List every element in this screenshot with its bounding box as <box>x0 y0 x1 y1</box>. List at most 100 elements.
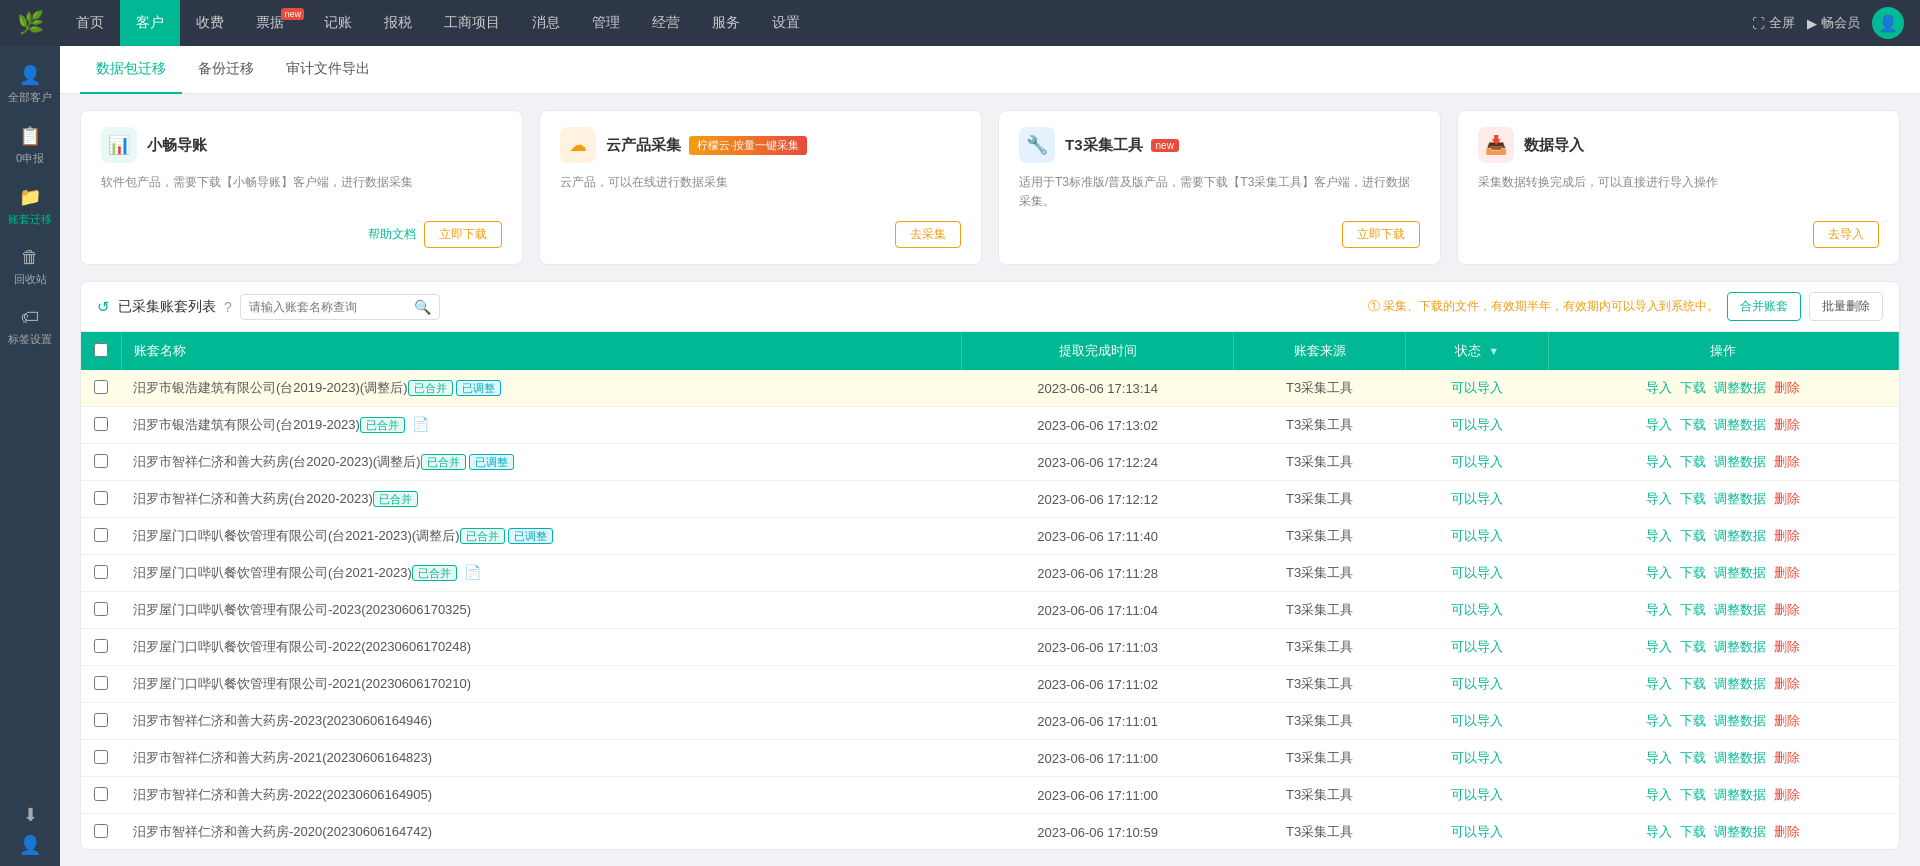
sidebar-item-all-clients[interactable]: 👤 全部客户 <box>0 54 60 115</box>
action-下载[interactable]: 下载 <box>1680 676 1706 691</box>
row-checkbox[interactable] <box>94 602 108 616</box>
action-调整数据[interactable]: 调整数据 <box>1714 454 1766 469</box>
nav-management[interactable]: 管理 <box>576 0 636 46</box>
nav-home[interactable]: 首页 <box>60 0 120 46</box>
action-调整数据[interactable]: 调整数据 <box>1714 676 1766 691</box>
nav-invoice[interactable]: 票据new <box>240 0 308 46</box>
action-导入[interactable]: 导入 <box>1646 528 1672 543</box>
action-删除[interactable]: 删除 <box>1774 417 1800 432</box>
action-下载[interactable]: 下载 <box>1680 565 1706 580</box>
action-删除[interactable]: 删除 <box>1774 750 1800 765</box>
file-icon[interactable]: 📄 <box>464 564 481 580</box>
action-调整数据[interactable]: 调整数据 <box>1714 750 1766 765</box>
action-调整数据[interactable]: 调整数据 <box>1714 639 1766 654</box>
action-删除[interactable]: 删除 <box>1774 454 1800 469</box>
download-icon[interactable]: ⬇ <box>23 804 38 826</box>
action-导入[interactable]: 导入 <box>1646 713 1672 728</box>
action-导入[interactable]: 导入 <box>1646 491 1672 506</box>
action-删除[interactable]: 删除 <box>1774 639 1800 654</box>
action-调整数据[interactable]: 调整数据 <box>1714 380 1766 395</box>
file-icon[interactable]: 📄 <box>412 416 429 432</box>
action-删除[interactable]: 删除 <box>1774 787 1800 802</box>
action-导入[interactable]: 导入 <box>1646 639 1672 654</box>
action-调整数据[interactable]: 调整数据 <box>1714 417 1766 432</box>
action-删除[interactable]: 删除 <box>1774 676 1800 691</box>
nav-service[interactable]: 服务 <box>696 0 756 46</box>
row-checkbox[interactable] <box>94 380 108 394</box>
action-删除[interactable]: 删除 <box>1774 380 1800 395</box>
action-调整数据[interactable]: 调整数据 <box>1714 787 1766 802</box>
sidebar-item-trash[interactable]: 🗑 回收站 <box>0 237 60 297</box>
nav-settings[interactable]: 设置 <box>756 0 816 46</box>
tab-data-migrate[interactable]: 数据包迁移 <box>80 46 182 94</box>
nav-industry[interactable]: 工商项目 <box>428 0 516 46</box>
nav-operations[interactable]: 经营 <box>636 0 696 46</box>
action-调整数据[interactable]: 调整数据 <box>1714 528 1766 543</box>
batch-delete-button[interactable]: 批量删除 <box>1809 292 1883 321</box>
action-导入[interactable]: 导入 <box>1646 454 1672 469</box>
merge-accounts-button[interactable]: 合并账套 <box>1727 292 1801 321</box>
t3-tool-download-btn[interactable]: 立即下载 <box>1342 221 1420 248</box>
action-删除[interactable]: 删除 <box>1774 602 1800 617</box>
action-调整数据[interactable]: 调整数据 <box>1714 824 1766 839</box>
action-导入[interactable]: 导入 <box>1646 565 1672 580</box>
sidebar-item-label-settings[interactable]: 🏷 标签设置 <box>0 297 60 357</box>
search-input[interactable] <box>249 300 408 314</box>
data-import-btn[interactable]: 去导入 <box>1813 221 1879 248</box>
sidebar-item-zero-report[interactable]: 📋 0申报 <box>0 115 60 176</box>
action-下载[interactable]: 下载 <box>1680 713 1706 728</box>
action-删除[interactable]: 删除 <box>1774 824 1800 839</box>
avatar[interactable]: 👤 <box>1872 7 1904 39</box>
action-下载[interactable]: 下载 <box>1680 639 1706 654</box>
xiao-chang-download-btn[interactable]: 立即下载 <box>424 221 502 248</box>
action-导入[interactable]: 导入 <box>1646 750 1672 765</box>
nav-tax[interactable]: 报税 <box>368 0 428 46</box>
tab-audit-export[interactable]: 审计文件导出 <box>270 46 386 94</box>
nav-fee[interactable]: 收费 <box>180 0 240 46</box>
help-icon[interactable]: ? <box>224 299 232 315</box>
row-checkbox[interactable] <box>94 528 108 542</box>
action-导入[interactable]: 导入 <box>1646 417 1672 432</box>
sidebar-item-account-migrate[interactable]: 📁 账套迁移 <box>0 176 60 237</box>
action-调整数据[interactable]: 调整数据 <box>1714 602 1766 617</box>
cloud-collect-btn[interactable]: 去采集 <box>895 221 961 248</box>
nav-bookkeeping[interactable]: 记账 <box>308 0 368 46</box>
row-checkbox[interactable] <box>94 787 108 801</box>
action-导入[interactable]: 导入 <box>1646 824 1672 839</box>
action-导入[interactable]: 导入 <box>1646 787 1672 802</box>
action-下载[interactable]: 下载 <box>1680 491 1706 506</box>
row-checkbox[interactable] <box>94 750 108 764</box>
nav-customer[interactable]: 客户 <box>120 0 180 46</box>
action-调整数据[interactable]: 调整数据 <box>1714 713 1766 728</box>
member-button[interactable]: ▶ 畅会员 <box>1807 14 1860 32</box>
col-status[interactable]: 状态 ▼ <box>1405 332 1548 370</box>
action-下载[interactable]: 下载 <box>1680 602 1706 617</box>
action-调整数据[interactable]: 调整数据 <box>1714 565 1766 580</box>
nav-message[interactable]: 消息 <box>516 0 576 46</box>
action-调整数据[interactable]: 调整数据 <box>1714 491 1766 506</box>
user-circle-icon[interactable]: 👤 <box>19 834 41 856</box>
action-导入[interactable]: 导入 <box>1646 380 1672 395</box>
fullscreen-button[interactable]: ⛶ 全屏 <box>1752 14 1795 32</box>
row-checkbox[interactable] <box>94 565 108 579</box>
tab-backup-migrate[interactable]: 备份迁移 <box>182 46 270 94</box>
action-删除[interactable]: 删除 <box>1774 491 1800 506</box>
action-下载[interactable]: 下载 <box>1680 380 1706 395</box>
refresh-icon[interactable]: ↺ <box>97 298 110 316</box>
search-button[interactable]: 🔍 <box>414 299 431 315</box>
row-checkbox[interactable] <box>94 824 108 838</box>
action-删除[interactable]: 删除 <box>1774 528 1800 543</box>
row-checkbox[interactable] <box>94 454 108 468</box>
row-checkbox[interactable] <box>94 491 108 505</box>
action-下载[interactable]: 下载 <box>1680 787 1706 802</box>
action-下载[interactable]: 下载 <box>1680 824 1706 839</box>
action-下载[interactable]: 下载 <box>1680 417 1706 432</box>
row-checkbox[interactable] <box>94 713 108 727</box>
row-checkbox[interactable] <box>94 676 108 690</box>
row-checkbox[interactable] <box>94 417 108 431</box>
select-all-checkbox[interactable] <box>94 343 108 357</box>
action-下载[interactable]: 下载 <box>1680 750 1706 765</box>
xiao-chang-help-link[interactable]: 帮助文档 <box>368 221 416 248</box>
row-checkbox[interactable] <box>94 639 108 653</box>
action-删除[interactable]: 删除 <box>1774 565 1800 580</box>
